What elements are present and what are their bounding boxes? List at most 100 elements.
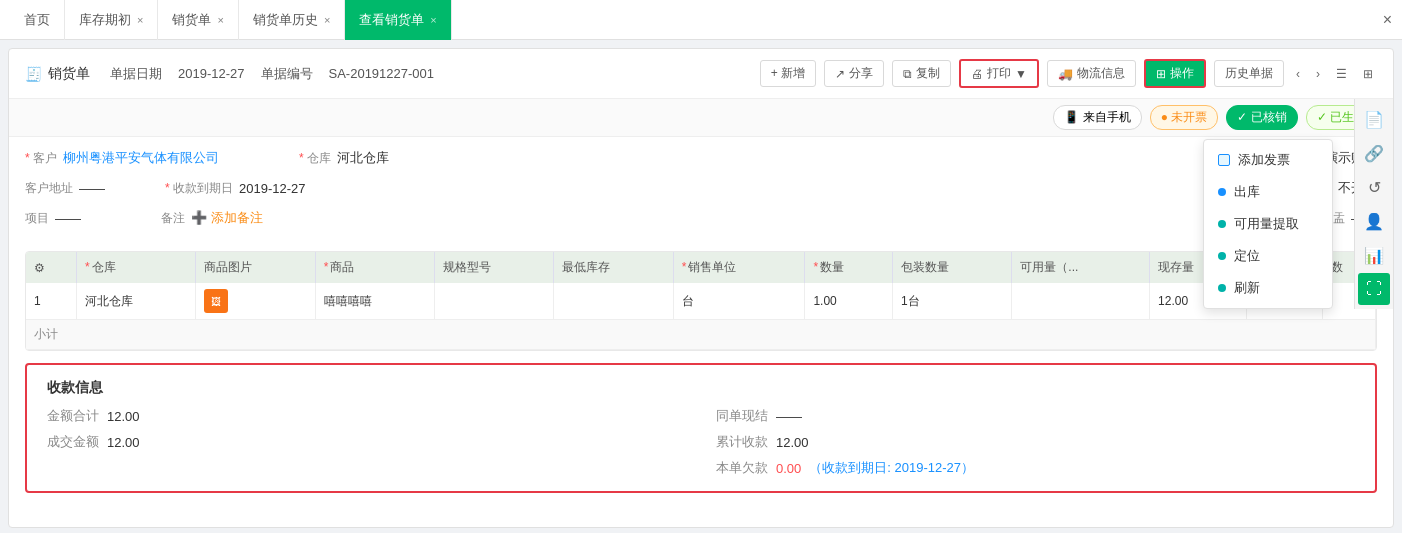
row-warehouse: 河北仓库 [77, 283, 196, 320]
doc-actions: + 新增 ↗ 分享 ⧉ 复制 🖨 打印 ▼ 🚚 物流信息 ⊞ 操作 [760, 59, 1377, 88]
row-quantity: 1.00 [805, 283, 893, 320]
menu-available-qty[interactable]: 可用量提取 [1204, 208, 1332, 240]
nav-prev[interactable]: ‹ [1292, 65, 1304, 83]
address-field: 客户地址 —— [25, 180, 105, 197]
th-unit: *销售单位 [673, 252, 805, 283]
same-order-settle-item: 同单现结 —— [716, 407, 1355, 425]
truck-icon: 🚚 [1058, 67, 1073, 81]
th-warehouse: *仓库 [77, 252, 196, 283]
sidebar-chart-icon[interactable]: 📊 [1358, 239, 1390, 271]
sidebar-user-icon[interactable]: 👤 [1358, 205, 1390, 237]
new-button[interactable]: + 新增 [760, 60, 816, 87]
row-pack-qty: 1台 [892, 283, 1011, 320]
add-notes-btn[interactable]: ➕ 添加备注 [191, 209, 263, 227]
payment-due-field: 收款到期日 2019-12-27 [165, 180, 306, 197]
th-quantity: *数量 [805, 252, 893, 283]
tab-close-inventory-init[interactable]: × [137, 14, 143, 26]
checkbox-icon [1218, 154, 1230, 166]
dot-teal-icon-2 [1218, 252, 1226, 260]
payment-due-label: 收款到期日 [165, 180, 233, 197]
print-dropdown-arrow: ▼ [1015, 67, 1027, 81]
payment-due-value: 2019-12-27 [239, 181, 306, 196]
form-row-2: 客户地址 —— 收款到期日 2019-12-27 票据类型 不开票 [25, 179, 1377, 197]
view-toggle-grid[interactable]: ⊞ [1359, 65, 1377, 83]
same-order-label: 同单现结 [716, 407, 768, 425]
tab-inventory-init[interactable]: 库存期初 × [65, 0, 158, 40]
menu-refresh[interactable]: 刷新 [1204, 272, 1332, 304]
row-product-img: 🖼 [196, 283, 315, 320]
date-value: 2019-12-27 [178, 66, 245, 81]
tab-view-sales-order[interactable]: 查看销货单 × [345, 0, 451, 40]
sidebar-return-icon[interactable]: ↺ [1358, 171, 1390, 203]
tab-sales-history[interactable]: 销货单历史 × [239, 0, 345, 40]
notes-field: 备注 ➕ 添加备注 [161, 209, 263, 227]
th-min-stock: 最低库存 [554, 252, 673, 283]
copy-button[interactable]: ⧉ 复制 [892, 60, 951, 87]
status-no-invoice[interactable]: ● 未开票 [1150, 105, 1219, 130]
table-header-row: ⚙ *仓库 商品图片 *商品 规格型号 最低库存 *销售单位 *数量 包装数量 … [26, 252, 1376, 283]
total-amount-item: 金额合计 12.00 [47, 407, 686, 425]
dot-teal-icon-1 [1218, 220, 1226, 228]
operation-dropdown: 添加发票 出库 可用量提取 定位 刷新 [1203, 139, 1333, 309]
current-owed-extra: （收款到期日: 2019-12-27） [809, 459, 974, 477]
table-row: 1 河北仓库 🖼 嘻嘻嘻嘻 台 1.00 1台 12.00 0. [26, 283, 1376, 320]
th-gear[interactable]: ⚙ [26, 252, 77, 283]
menu-outbound[interactable]: 出库 [1204, 176, 1332, 208]
subtotal-label: 小计 [26, 320, 1376, 350]
sidebar-doc-icon[interactable]: 📄 [1358, 103, 1390, 135]
menu-add-invoice[interactable]: 添加发票 [1204, 144, 1332, 176]
doc-meta: 单据日期 2019-12-27 单据编号 SA-20191227-001 [110, 65, 434, 83]
current-owed-value: 0.00 [776, 461, 801, 476]
tab-sales-order[interactable]: 销货单 × [158, 0, 238, 40]
cumulative-value: 12.00 [776, 435, 809, 450]
payment-grid: 金额合计 12.00 同单现结 —— 成交金额 12.00 累计收款 12.00… [47, 407, 1355, 477]
gear-icon: ⚙ [34, 261, 45, 275]
row-unit: 台 [673, 283, 805, 320]
project-field: 项目 —— [25, 210, 81, 227]
row-product: 嘻嘻嘻嘻 [315, 283, 434, 320]
doc-icon: 🧾 [25, 66, 42, 82]
doc-title: 销货单 [48, 65, 90, 83]
current-owed-label: 本单欠款 [716, 459, 768, 477]
dot-teal-icon-3 [1218, 284, 1226, 292]
operation-button[interactable]: ⊞ 操作 [1144, 59, 1206, 88]
project-value: —— [55, 211, 81, 226]
view-toggle-list[interactable]: ☰ [1332, 65, 1351, 83]
total-amount-label: 金额合计 [47, 407, 99, 425]
total-amount-value: 12.00 [107, 409, 140, 424]
row-min-stock [554, 283, 673, 320]
number-label: 单据编号 [261, 65, 313, 83]
plus-icon: ➕ [191, 210, 211, 225]
row-available [1012, 283, 1150, 320]
tab-close-sales-history[interactable]: × [324, 14, 330, 26]
share-button[interactable]: ↗ 分享 [824, 60, 884, 87]
mobile-icon: 📱 [1064, 110, 1079, 124]
tab-close-view-sales[interactable]: × [430, 14, 436, 26]
menu-locate[interactable]: 定位 [1204, 240, 1332, 272]
status-from-mobile[interactable]: 📱 来自手机 [1053, 105, 1141, 130]
sidebar-expand-icon[interactable]: ⛶ [1358, 273, 1390, 305]
th-available: 可用量（... [1012, 252, 1150, 283]
customer-value[interactable]: 柳州粤港平安气体有限公司 [63, 149, 219, 167]
th-product-img: 商品图片 [196, 252, 315, 283]
doc-header: 🧾 销货单 单据日期 2019-12-27 单据编号 SA-20191227-0… [9, 49, 1393, 99]
print-button[interactable]: 🖨 打印 ▼ [959, 59, 1039, 88]
nav-next[interactable]: › [1312, 65, 1324, 83]
status-area: 📱 来自手机 ● 未开票 ✓ 已核销 ✓ 已生效 [9, 99, 1393, 137]
check-icon: ✓ [1237, 110, 1247, 124]
warehouse-field: 仓库 河北仓库 [299, 149, 389, 167]
form-area: 客户 柳州粤港平安气体有限公司 仓库 河北仓库 业务员 演示账号 客户地址 ——… [9, 137, 1393, 251]
transaction-label: 成交金额 [47, 433, 99, 451]
th-pack-qty: 包装数量 [892, 252, 1011, 283]
notes-label: 备注 [161, 210, 185, 227]
tab-close-sales-order[interactable]: × [217, 14, 223, 26]
sidebar-link-icon[interactable]: 🔗 [1358, 137, 1390, 169]
warehouse-label: 仓库 [299, 150, 331, 167]
history-button[interactable]: 历史单据 [1214, 60, 1284, 87]
window-close-button[interactable]: × [1383, 11, 1392, 29]
logistics-button[interactable]: 🚚 物流信息 [1047, 60, 1136, 87]
tab-home[interactable]: 首页 [10, 0, 65, 40]
status-verified[interactable]: ✓ 已核销 [1226, 105, 1297, 130]
same-order-value: —— [776, 409, 802, 424]
doc-title-area: 🧾 销货单 [25, 65, 90, 83]
